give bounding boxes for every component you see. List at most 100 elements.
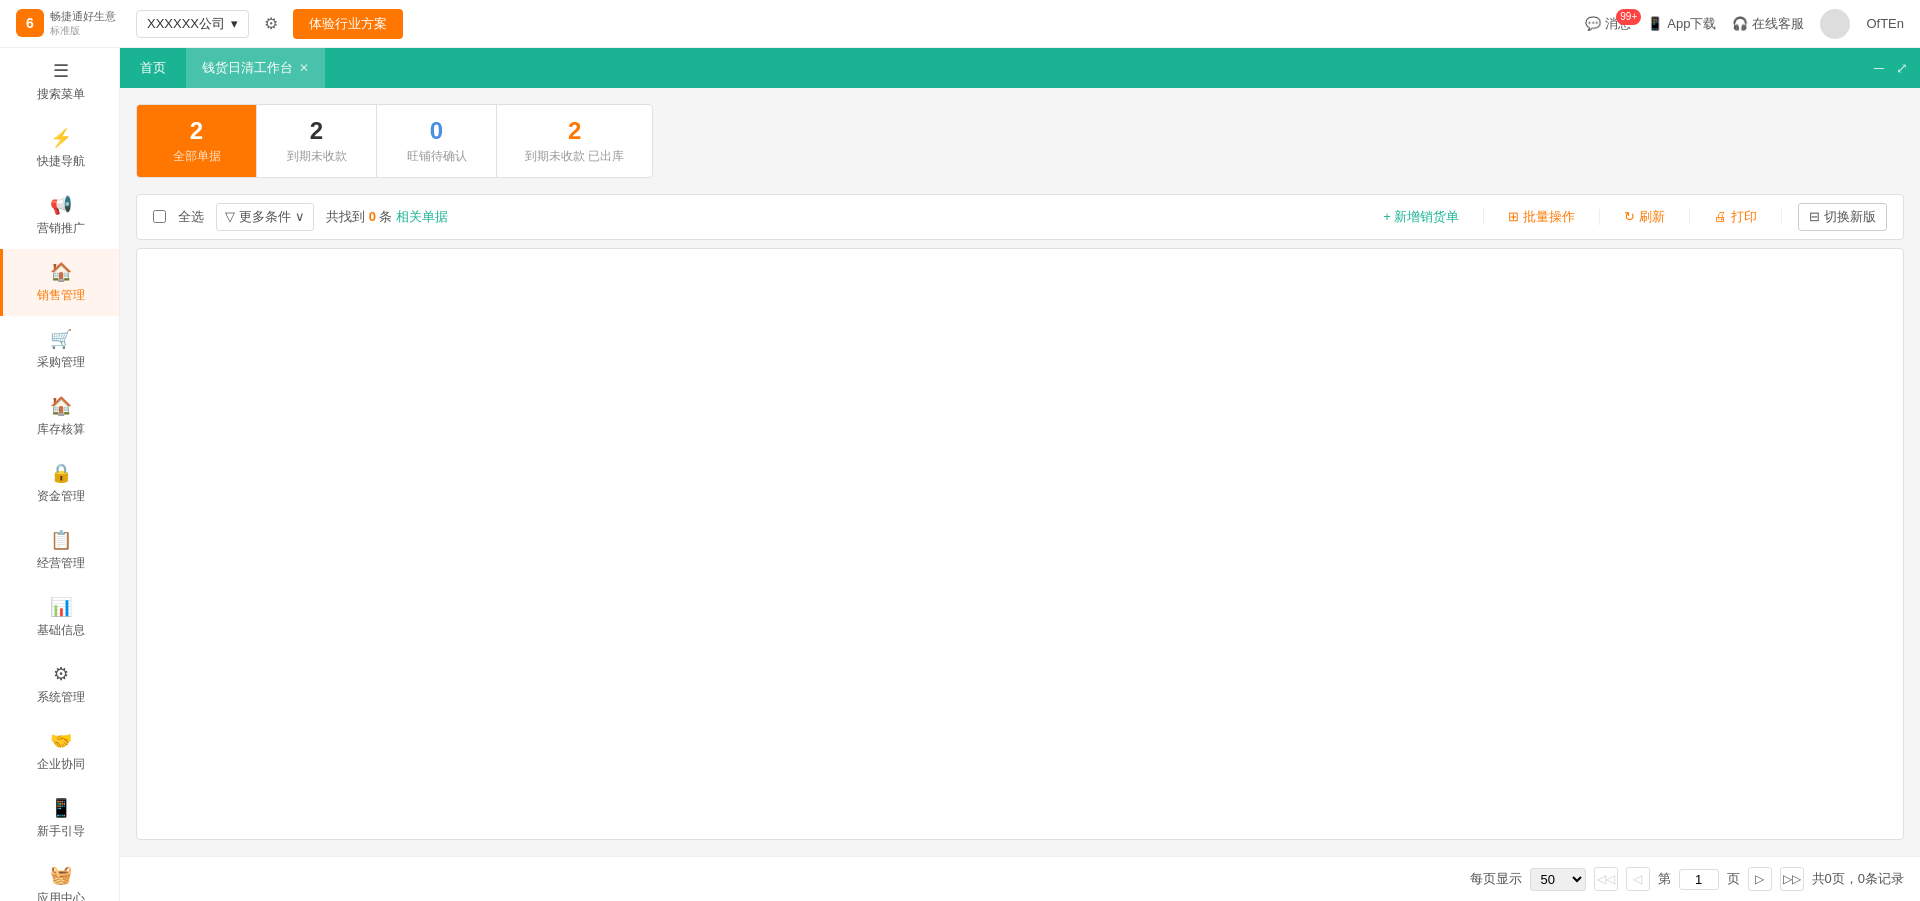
stat-card-all[interactable]: 2 全部单据 bbox=[137, 105, 257, 177]
top-bar: 6 畅捷通好生意 标准版 XXXXXX公司 ▾ ⚙ 体验行业方案 💬 消息 99… bbox=[0, 0, 1920, 48]
chevron-icon: ∨ bbox=[295, 209, 305, 224]
logo-icon: 6 bbox=[16, 9, 44, 37]
avatar[interactable] bbox=[1820, 9, 1850, 39]
stat-card-pending[interactable]: 0 旺铺待确认 bbox=[377, 105, 497, 177]
stat-label-shipped: 到期未收款 已出库 bbox=[525, 148, 624, 165]
divider bbox=[1483, 209, 1484, 225]
sidebar-label-marketing: 营销推广 bbox=[37, 220, 85, 237]
result-link[interactable]: 相关单据 bbox=[396, 209, 448, 224]
sidebar-label-search-menu: 搜索菜单 bbox=[37, 86, 85, 103]
stat-number-pending: 0 bbox=[405, 117, 468, 146]
sidebar-item-basic-info[interactable]: 📊 基础信息 bbox=[0, 584, 119, 651]
next-page-button[interactable]: ▷ bbox=[1748, 867, 1772, 891]
prev-page-button[interactable]: ◁ bbox=[1626, 867, 1650, 891]
tab-expand-icon[interactable]: ⤢ bbox=[1892, 56, 1912, 80]
sidebar-item-search-menu[interactable]: ☰ 搜索菜单 bbox=[0, 48, 119, 115]
per-page-select[interactable]: 50 100 200 bbox=[1530, 868, 1586, 891]
tab-cash-goods[interactable]: 钱货日清工作台 ✕ bbox=[186, 48, 325, 88]
stat-label-all: 全部单据 bbox=[165, 148, 228, 165]
sidebar-label-enterprise: 企业协同 bbox=[37, 756, 85, 773]
sidebar-label-app-center: 应用中心 bbox=[37, 890, 85, 901]
sidebar-item-finance[interactable]: 🔒 资金管理 bbox=[0, 450, 119, 517]
toolbar: 全选 ▽ 更多条件 ∨ 共找到 0 条 相关单据 + 新增销货单 bbox=[136, 194, 1904, 240]
sidebar-label-basic-info: 基础信息 bbox=[37, 622, 85, 639]
sidebar-item-app-center[interactable]: 🧺 应用中心 bbox=[0, 852, 119, 901]
basic-info-icon: 📊 bbox=[50, 596, 72, 618]
company-name: XXXXXX公司 bbox=[147, 15, 225, 33]
first-page-button[interactable]: ◁◁ bbox=[1594, 867, 1618, 891]
per-page-label: 每页显示 bbox=[1470, 870, 1522, 888]
chevron-down-icon: ▾ bbox=[231, 16, 238, 31]
last-page-button[interactable]: ▷▷ bbox=[1780, 867, 1804, 891]
stat-card-shipped[interactable]: 2 到期未收款 已出库 bbox=[497, 105, 652, 177]
sales-icon: 🏠 bbox=[50, 261, 72, 283]
sidebar: ☰ 搜索菜单 ⚡ 快捷导航 📢 营销推广 🏠 销售管理 🛒 采购管理 🏠 库存核… bbox=[0, 48, 120, 901]
app-download-button[interactable]: 📱 App下载 bbox=[1647, 15, 1716, 33]
stat-card-overdue[interactable]: 2 到期未收款 bbox=[257, 105, 377, 177]
message-icon: 💬 bbox=[1585, 16, 1601, 31]
tab-bar-actions: ─ ⤢ bbox=[1870, 56, 1920, 80]
page-label: 第 bbox=[1658, 870, 1671, 888]
total-records-label: 共0页，0条记录 bbox=[1812, 870, 1904, 888]
print-button[interactable]: 🖨 打印 bbox=[1706, 204, 1765, 230]
batch-operation-button[interactable]: ⊞ 批量操作 bbox=[1500, 204, 1583, 230]
online-service-button[interactable]: 🎧 在线客服 bbox=[1732, 15, 1804, 33]
settings-button[interactable]: ⚙ bbox=[257, 10, 285, 38]
stat-label-overdue: 到期未收款 bbox=[285, 148, 348, 165]
pagination-bar: 每页显示 50 100 200 ◁◁ ◁ 第 页 ▷ ▷▷ 共0页，0条记录 bbox=[120, 856, 1920, 901]
switch-icon: ⊟ bbox=[1809, 209, 1820, 224]
sidebar-item-purchase[interactable]: 🛒 采购管理 bbox=[0, 316, 119, 383]
add-sales-order-button[interactable]: + 新增销货单 bbox=[1375, 204, 1467, 230]
tab-home[interactable]: 首页 bbox=[120, 48, 186, 88]
download-icon: 📱 bbox=[1647, 16, 1663, 31]
sidebar-label-quick-nav: 快捷导航 bbox=[37, 153, 85, 170]
sidebar-label-system: 系统管理 bbox=[37, 689, 85, 706]
headset-icon: 🎧 bbox=[1732, 16, 1748, 31]
brand-name: 畅捷通好生意 bbox=[50, 9, 116, 23]
page-unit: 页 bbox=[1727, 870, 1740, 888]
sidebar-item-marketing[interactable]: 📢 营销推广 bbox=[0, 182, 119, 249]
sidebar-label-operations: 经营管理 bbox=[37, 555, 85, 572]
finance-icon: 🔒 bbox=[50, 462, 72, 484]
content-area: 2 全部单据 2 到期未收款 0 旺铺待确认 2 到期未收款 已出库 bbox=[120, 88, 1920, 856]
select-all-label: 全选 bbox=[178, 208, 204, 226]
page-number-input[interactable] bbox=[1679, 869, 1719, 890]
tab-minimize-icon[interactable]: ─ bbox=[1870, 56, 1888, 80]
table-area bbox=[136, 248, 1904, 840]
sidebar-item-inventory[interactable]: 🏠 库存核算 bbox=[0, 383, 119, 450]
company-selector[interactable]: XXXXXX公司 ▾ bbox=[136, 10, 249, 38]
trial-button[interactable]: 体验行业方案 bbox=[293, 9, 403, 39]
filter-button[interactable]: ▽ 更多条件 ∨ bbox=[216, 203, 314, 231]
inventory-icon: 🏠 bbox=[50, 395, 72, 417]
stats-cards: 2 全部单据 2 到期未收款 0 旺铺待确认 2 到期未收款 已出库 bbox=[136, 104, 653, 178]
sidebar-label-inventory: 库存核算 bbox=[37, 421, 85, 438]
result-count: 0 bbox=[369, 209, 376, 224]
sidebar-item-system[interactable]: ⚙ 系统管理 bbox=[0, 651, 119, 718]
sidebar-item-sales[interactable]: 🏠 销售管理 bbox=[0, 249, 119, 316]
main-layout: ☰ 搜索菜单 ⚡ 快捷导航 📢 营销推广 🏠 销售管理 🛒 采购管理 🏠 库存核… bbox=[0, 48, 1920, 901]
sidebar-item-operations[interactable]: 📋 经营管理 bbox=[0, 517, 119, 584]
system-icon: ⚙ bbox=[53, 663, 69, 685]
stat-number-overdue: 2 bbox=[285, 117, 348, 146]
select-all-checkbox[interactable] bbox=[153, 210, 166, 223]
result-text: 共找到 0 条 相关单据 bbox=[326, 208, 448, 226]
switch-version-button[interactable]: ⊟ 切换新版 bbox=[1798, 203, 1887, 231]
toolbar-right: + 新增销货单 ⊞ 批量操作 ↻ 刷新 🖨 bbox=[1375, 203, 1887, 231]
operations-icon: 📋 bbox=[50, 529, 72, 551]
tab-close-icon[interactable]: ✕ bbox=[299, 62, 309, 74]
stat-number-shipped: 2 bbox=[525, 117, 624, 146]
stat-number-all: 2 bbox=[165, 117, 228, 146]
quick-nav-icon: ⚡ bbox=[50, 127, 72, 149]
sidebar-label-purchase: 采购管理 bbox=[37, 354, 85, 371]
sidebar-item-quick-nav[interactable]: ⚡ 快捷导航 bbox=[0, 115, 119, 182]
sidebar-item-enterprise[interactable]: 🤝 企业协同 bbox=[0, 718, 119, 785]
refresh-button[interactable]: ↻ 刷新 bbox=[1616, 204, 1673, 230]
username-label: OfTEn bbox=[1866, 16, 1904, 31]
purchase-icon: 🛒 bbox=[50, 328, 72, 350]
batch-icon: ⊞ bbox=[1508, 209, 1519, 224]
guide-icon: 📱 bbox=[50, 797, 72, 819]
sidebar-item-guide[interactable]: 📱 新手引导 bbox=[0, 785, 119, 852]
stat-label-pending: 旺铺待确认 bbox=[405, 148, 468, 165]
messages-badge: 99+ bbox=[1616, 9, 1641, 25]
messages-button[interactable]: 💬 消息 99+ bbox=[1585, 15, 1631, 33]
